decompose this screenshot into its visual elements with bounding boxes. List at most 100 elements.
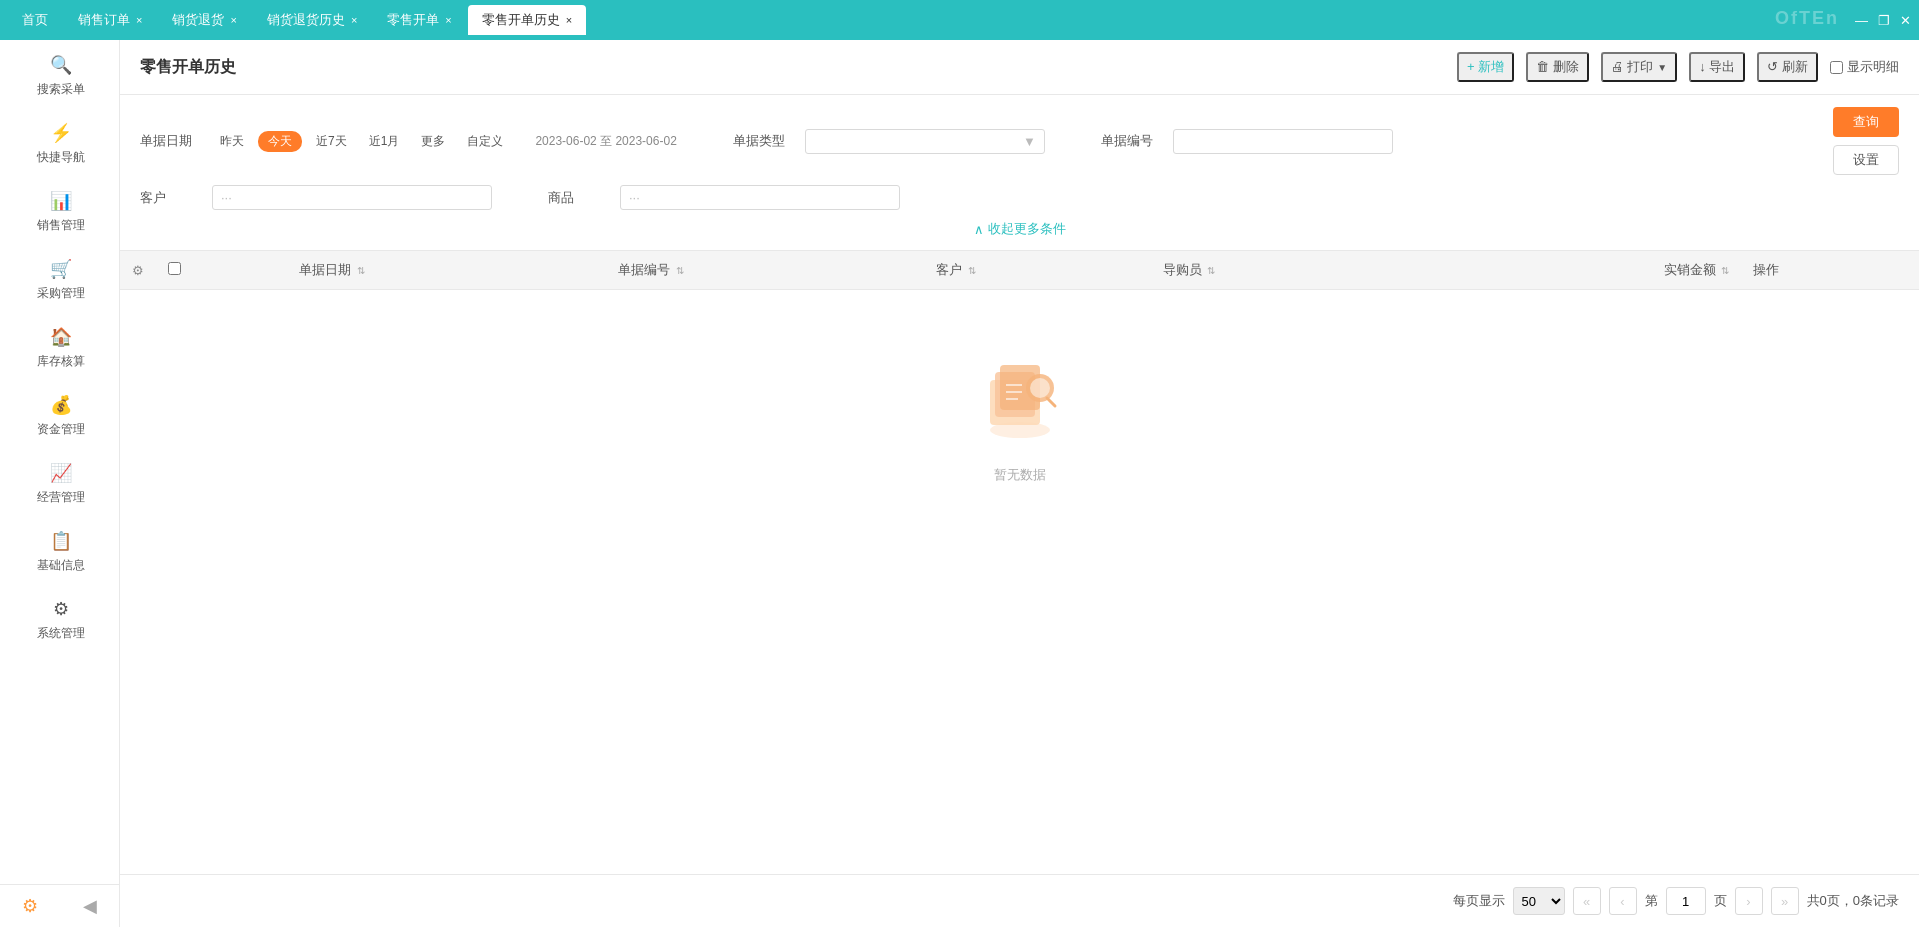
total-label: 共0页，0条记录 [1807, 892, 1899, 910]
data-table: ⚙ 单据日期 ⇅ 单据编号 ⇅ [120, 251, 1919, 290]
refresh-button[interactable]: ↺ 刷新 [1757, 52, 1818, 82]
sidebar-item-inventory-label: 库存核算 [37, 353, 85, 370]
purchase-icon: 🛒 [50, 258, 72, 280]
date-btn-custom[interactable]: 自定义 [459, 131, 511, 152]
tab-retail-history[interactable]: 零售开单历史 × [468, 5, 586, 35]
show-detail-checkbox[interactable] [1830, 61, 1843, 74]
table-wrapper: ⚙ 单据日期 ⇅ 单据编号 ⇅ [120, 251, 1919, 874]
th-guide[interactable]: 导购员 ⇅ [1151, 251, 1423, 290]
empty-text: 暂无数据 [994, 466, 1046, 484]
date-btn-yesterday[interactable]: 昨天 [212, 131, 252, 152]
add-button[interactable]: + 新增 [1457, 52, 1514, 82]
page-title: 零售开单历史 [140, 57, 236, 78]
tab-sales-return-history-close[interactable]: × [351, 14, 357, 26]
pagination: 每页显示 50 10 20 100 « ‹ 第 页 › » 共0页，0条记录 [120, 874, 1919, 927]
current-page-input[interactable] [1666, 887, 1706, 915]
last-page-btn[interactable]: » [1771, 887, 1799, 915]
tab-sales-order-close[interactable]: × [136, 14, 142, 26]
type-select[interactable]: ▼ [805, 129, 1045, 154]
show-detail-toggle[interactable]: 显示明细 [1830, 58, 1899, 76]
sidebar-item-search[interactable]: 🔍 搜索采单 [0, 40, 119, 108]
collapse-label: 收起更多条件 [988, 220, 1066, 238]
date-btn-more[interactable]: 更多 [413, 131, 453, 152]
customer-select-placeholder: ··· [221, 190, 232, 205]
empty-state: 暂无数据 [120, 290, 1919, 544]
tab-retail-order-close[interactable]: × [445, 14, 451, 26]
th-amount[interactable]: 实销金额 ⇅ [1423, 251, 1741, 290]
number-label: 单据编号 [1101, 132, 1157, 150]
watermark: OfTEn [1775, 8, 1839, 29]
sidebar-item-sales[interactable]: 📊 销售管理 [0, 176, 119, 244]
print-chevron-icon: ▼ [1657, 62, 1667, 73]
goods-select[interactable]: ··· [620, 185, 900, 210]
sidebar-settings-icon[interactable]: ⚙ [22, 895, 38, 917]
customer-select[interactable]: ··· [212, 185, 492, 210]
query-button[interactable]: 查询 [1833, 107, 1899, 137]
restore-btn[interactable]: ❐ [1878, 13, 1890, 28]
th-customer[interactable]: 客户 ⇅ [924, 251, 1150, 290]
date-range: 2023-06-02 至 2023-06-02 [535, 133, 676, 150]
type-select-chevron: ▼ [1023, 134, 1036, 149]
sidebar-item-finance[interactable]: 💰 资金管理 [0, 380, 119, 448]
tab-home-label: 首页 [22, 11, 48, 29]
tab-sales-return-close[interactable]: × [230, 14, 236, 26]
table-header-row: ⚙ 单据日期 ⇅ 单据编号 ⇅ [120, 251, 1919, 290]
prev-page-btn[interactable]: ‹ [1609, 887, 1637, 915]
date-btn-1month[interactable]: 近1月 [361, 131, 408, 152]
delete-button[interactable]: 🗑 删除 [1526, 52, 1589, 82]
collapse-button[interactable]: ∧ 收起更多条件 [140, 220, 1899, 238]
th-number[interactable]: 单据编号 ⇅ [606, 251, 924, 290]
close-btn[interactable]: ✕ [1900, 13, 1911, 28]
column-settings-icon[interactable]: ⚙ [132, 263, 144, 278]
goods-select-placeholder: ··· [629, 190, 640, 205]
amount-sort-icon: ⇅ [1721, 265, 1729, 276]
page-label-pre: 第 [1645, 892, 1658, 910]
setting-button[interactable]: 设置 [1833, 145, 1899, 175]
tab-sales-return-history-label: 销货退货历史 [267, 11, 345, 29]
search-icon: 🔍 [50, 54, 72, 76]
sidebar-item-purchase[interactable]: 🛒 采购管理 [0, 244, 119, 312]
sidebar-bottom: ⚙ ◀ [0, 884, 119, 927]
per-page-label: 每页显示 [1453, 892, 1505, 910]
customer-sort-icon: ⇅ [968, 265, 976, 276]
top-bar: 首页 销售订单 × 销货退货 × 销货退货历史 × 零售开单 × 零售开单历史 … [0, 0, 1919, 40]
tab-retail-order[interactable]: 零售开单 × [373, 5, 465, 35]
tab-sales-return[interactable]: 销货退货 × [158, 5, 250, 35]
sidebar-item-system[interactable]: ⚙ 系统管理 [0, 584, 119, 652]
sidebar-item-nav-label: 快捷导航 [37, 149, 85, 166]
th-date[interactable]: 单据日期 ⇅ [287, 251, 605, 290]
next-page-btn[interactable]: › [1735, 887, 1763, 915]
th-guide-label: 导购员 [1163, 262, 1202, 277]
date-btn-today[interactable]: 今天 [258, 131, 302, 152]
settings-header: ⚙ [120, 251, 156, 290]
minimize-btn[interactable]: — [1855, 13, 1868, 28]
page-header: 零售开单历史 + 新增 🗑 删除 🖨 打印 ▼ ↓ 导出 ↺ 刷新 显示明细 [120, 40, 1919, 95]
tab-home[interactable]: 首页 [8, 5, 62, 35]
select-all-checkbox[interactable] [168, 262, 181, 275]
svg-line-6 [1047, 398, 1055, 406]
th-amount-label: 实销金额 [1664, 262, 1716, 277]
tab-retail-history-close[interactable]: × [566, 14, 572, 26]
first-page-btn[interactable]: « [1573, 887, 1601, 915]
per-page-select[interactable]: 50 10 20 100 [1513, 887, 1565, 915]
management-icon: 📈 [50, 462, 72, 484]
sidebar-item-nav[interactable]: ⚡ 快捷导航 [0, 108, 119, 176]
tab-sales-return-history[interactable]: 销货退货历史 × [253, 5, 371, 35]
th-customer-label: 客户 [936, 262, 962, 277]
window-controls: — ❐ ✕ [1855, 13, 1911, 28]
sidebar-item-management[interactable]: 📈 经营管理 [0, 448, 119, 516]
sidebar-collapse-icon[interactable]: ◀ [83, 895, 97, 917]
sidebar-item-basic-info[interactable]: 📋 基础信息 [0, 516, 119, 584]
date-shortcuts: 昨天 今天 近7天 近1月 更多 自定义 [212, 131, 511, 152]
tab-sales-order-label: 销售订单 [78, 11, 130, 29]
print-button[interactable]: 🖨 打印 ▼ [1601, 52, 1678, 82]
export-button[interactable]: ↓ 导出 [1689, 52, 1745, 82]
tab-sales-order[interactable]: 销售订单 × [64, 5, 156, 35]
sidebar-item-basic-info-label: 基础信息 [37, 557, 85, 574]
filter-actions: 查询 设置 [1833, 107, 1899, 175]
tab-retail-history-label: 零售开单历史 [482, 11, 560, 29]
sidebar-item-inventory[interactable]: 🏠 库存核算 [0, 312, 119, 380]
date-btn-7days[interactable]: 近7天 [308, 131, 355, 152]
th-checkbox [156, 251, 287, 290]
number-input[interactable] [1173, 129, 1393, 154]
